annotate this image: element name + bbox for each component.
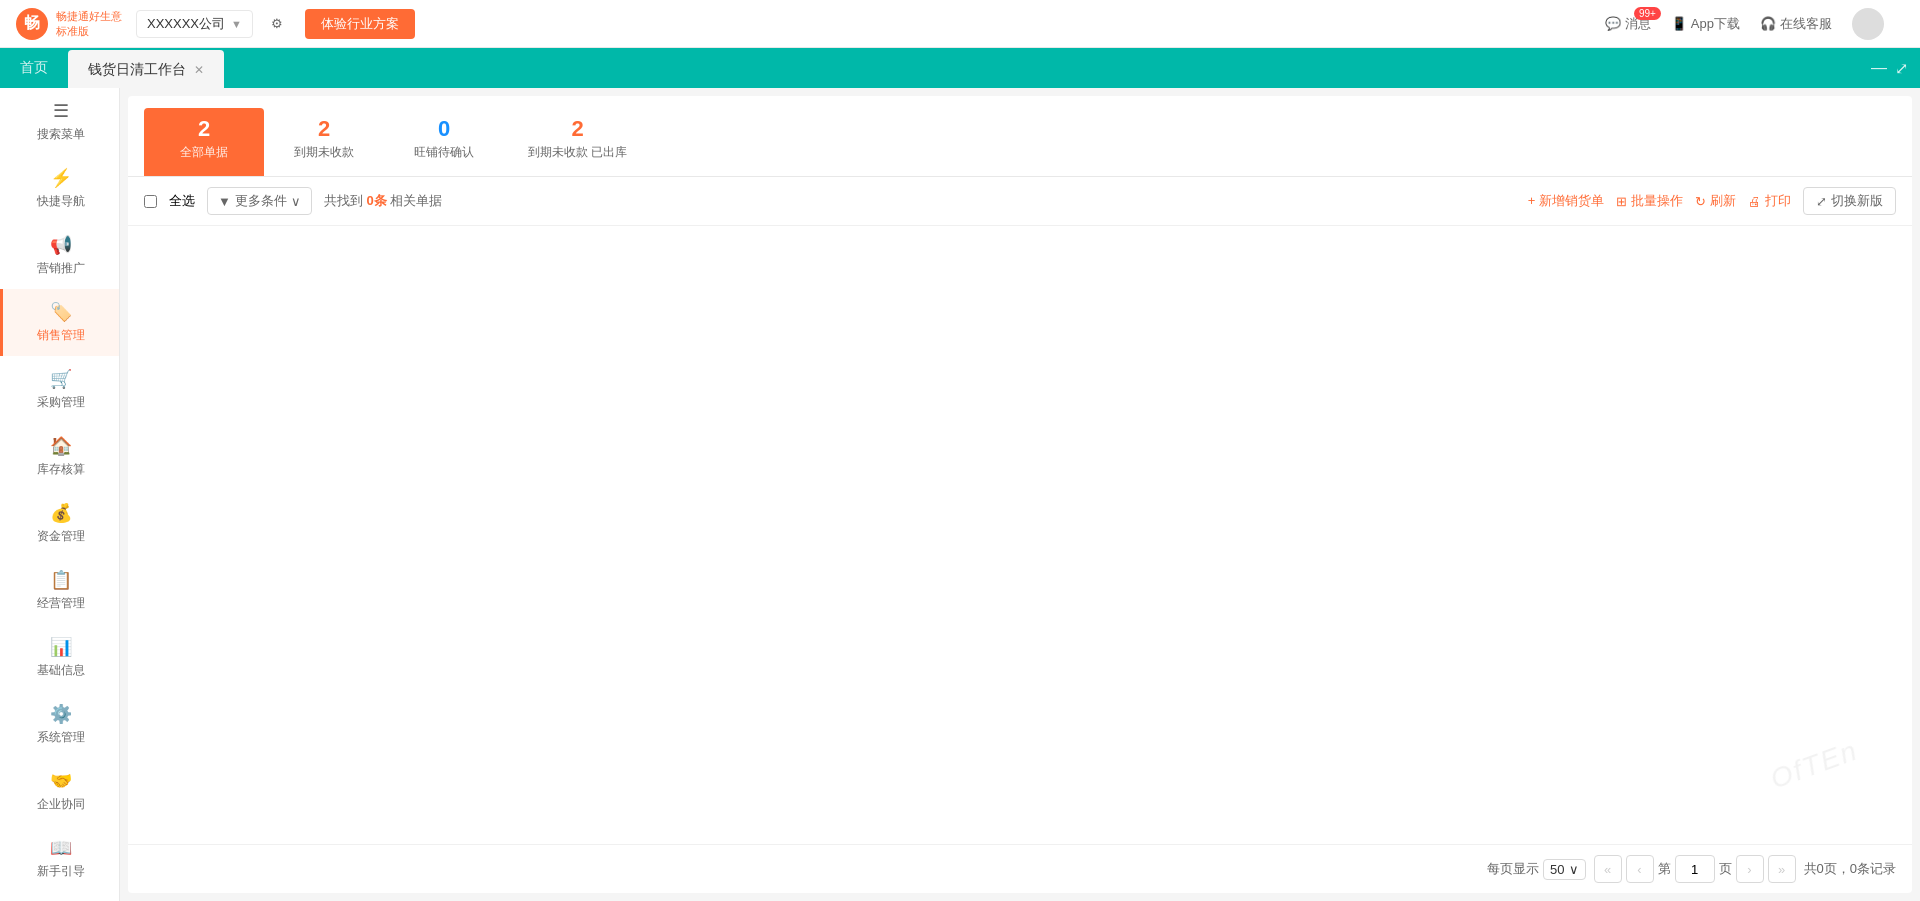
sidebar-item-search[interactable]: ☰ 搜索菜单 (0, 88, 119, 155)
toolbar-right: + 新增销货单 ⊞ 批量操作 ↻ 刷新 🖨 打印 ⤢ (1528, 187, 1896, 215)
settings-button[interactable]: ⚙ (261, 8, 293, 40)
company-selector[interactable]: XXXXXX公司 ▼ (136, 10, 253, 38)
stat-tab-overdue[interactable]: 2 到期未收款 (264, 108, 384, 176)
guide-icon: 📖 (50, 837, 72, 859)
toolbar: 全选 ▼ 更多条件 ∨ 共找到 0条 相关单据 + 新增销货单 ⊞ 批量操作 (128, 177, 1912, 226)
avatar[interactable] (1852, 8, 1884, 40)
sidebar-item-sales[interactable]: 🏷️ 销售管理 (0, 289, 119, 356)
tab-bar-right: — ⤢ (1871, 59, 1920, 78)
page-last-button[interactable]: » (1768, 855, 1796, 883)
logo-area: 畅 畅捷通好生意 标准版 (16, 8, 136, 40)
batch-icon: ⊞ (1616, 194, 1627, 209)
top-header: 畅 畅捷通好生意 标准版 XXXXXX公司 ▼ ⚙ 体验行业方案 💬 消息 99… (0, 0, 1920, 48)
page-first-button[interactable]: « (1594, 855, 1622, 883)
filter-button[interactable]: ▼ 更多条件 ∨ (207, 187, 312, 215)
header-right: 💬 消息 99+ 📱 App下载 🎧 在线客服 (1605, 8, 1904, 40)
print-button[interactable]: 🖨 打印 (1748, 192, 1791, 210)
empty-content (128, 226, 1912, 844)
switch-icon: ⤢ (1816, 194, 1827, 209)
tab-bar: 首页 钱货日清工作台 ✕ — ⤢ (0, 48, 1920, 88)
main-layout: ☰ 搜索菜单 ⚡ 快捷导航 📢 营销推广 🏷️ 销售管理 🛒 采购管理 🏠 库存… (0, 88, 1920, 901)
add-sales-order-button[interactable]: + 新增销货单 (1528, 192, 1604, 210)
experience-button[interactable]: 体验行业方案 (305, 9, 415, 39)
tab-workbench[interactable]: 钱货日清工作台 ✕ (68, 50, 224, 90)
online-service-button[interactable]: 🎧 在线客服 (1760, 15, 1832, 33)
total-info: 共0页，0条记录 (1804, 860, 1896, 878)
sales-icon: 🏷️ (50, 301, 72, 323)
sidebar-item-basic-info[interactable]: 📊 基础信息 (0, 624, 119, 691)
message-button[interactable]: 💬 消息 99+ (1605, 15, 1651, 33)
finance-icon: 💰 (50, 502, 72, 524)
tab-close-icon[interactable]: ✕ (194, 63, 204, 77)
refresh-icon: ↻ (1695, 194, 1706, 209)
system-icon: ⚙️ (50, 703, 72, 725)
logo-text: 畅捷通好生意 标准版 (56, 9, 122, 38)
message-icon: 💬 (1605, 16, 1621, 31)
chevron-filter-icon: ∨ (291, 194, 301, 209)
stat-tab-wangpu[interactable]: 0 旺铺待确认 (384, 108, 504, 176)
operations-icon: 📋 (50, 569, 72, 591)
lightning-icon: ⚡ (50, 167, 72, 189)
pagination-bar: 每页显示 50 ∨ « ‹ 第 页 › » 共0页，0条记录 (128, 844, 1912, 893)
batch-operation-button[interactable]: ⊞ 批量操作 (1616, 192, 1683, 210)
filter-icon: ▼ (218, 194, 231, 209)
page-navigation: « ‹ 第 页 › » (1594, 855, 1796, 883)
sidebar-item-system[interactable]: ⚙️ 系统管理 (0, 691, 119, 758)
switch-version-button[interactable]: ⤢ 切换新版 (1803, 187, 1896, 215)
service-icon: 🎧 (1760, 16, 1776, 31)
found-count: 0条 (367, 193, 387, 208)
content-inner: 2 全部单据 2 到期未收款 0 旺铺待确认 2 到期未收款 已出库 (128, 96, 1912, 893)
page-number-input[interactable] (1675, 855, 1715, 883)
sidebar-item-purchase[interactable]: 🛒 采购管理 (0, 356, 119, 423)
page-size-dropdown[interactable]: 50 ∨ (1543, 859, 1585, 880)
search-menu-icon: ☰ (53, 100, 69, 122)
tab-minimize-icon[interactable]: — (1871, 59, 1887, 77)
sidebar-item-enterprise[interactable]: 🤝 企业协同 (0, 758, 119, 825)
page-next-button[interactable]: › (1736, 855, 1764, 883)
sidebar-item-operations[interactable]: 📋 经营管理 (0, 557, 119, 624)
purchase-icon: 🛒 (50, 368, 72, 390)
app-download-button[interactable]: 📱 App下载 (1671, 15, 1740, 33)
sidebar: ☰ 搜索菜单 ⚡ 快捷导航 📢 营销推广 🏷️ 销售管理 🛒 采购管理 🏠 库存… (0, 88, 120, 901)
stat-tab-all[interactable]: 2 全部单据 (144, 108, 264, 176)
refresh-button[interactable]: ↻ 刷新 (1695, 192, 1736, 210)
stats-tabs: 2 全部单据 2 到期未收款 0 旺铺待确认 2 到期未收款 已出库 (128, 96, 1912, 177)
print-icon: 🖨 (1748, 194, 1761, 209)
inventory-icon: 🏠 (50, 435, 72, 457)
enterprise-icon: 🤝 (50, 770, 72, 792)
page-prev-button[interactable]: ‹ (1626, 855, 1654, 883)
tab-home[interactable]: 首页 (0, 48, 68, 88)
tab-expand-icon[interactable]: ⤢ (1895, 59, 1908, 78)
download-icon: 📱 (1671, 16, 1687, 31)
sidebar-item-inventory[interactable]: 🏠 库存核算 (0, 423, 119, 490)
message-badge: 99+ (1634, 7, 1661, 20)
sidebar-item-guide[interactable]: 📖 新手引导 (0, 825, 119, 892)
content-area: 2 全部单据 2 到期未收款 0 旺铺待确认 2 到期未收款 已出库 (120, 88, 1920, 901)
marketing-icon: 📢 (50, 234, 72, 256)
dropdown-arrow-icon: ∨ (1569, 862, 1579, 877)
basic-info-icon: 📊 (50, 636, 72, 658)
sidebar-item-finance[interactable]: 💰 资金管理 (0, 490, 119, 557)
sidebar-item-marketing[interactable]: 📢 营销推广 (0, 222, 119, 289)
select-all-checkbox[interactable] (144, 195, 157, 208)
select-all-label: 全选 (169, 192, 195, 210)
sidebar-item-app-center[interactable]: 🎁 应用中心 (0, 892, 119, 901)
page-size-select: 每页显示 50 ∨ (1487, 859, 1585, 880)
found-text: 共找到 0条 相关单据 (324, 192, 442, 210)
sidebar-item-quick-nav[interactable]: ⚡ 快捷导航 (0, 155, 119, 222)
logo-icon: 畅 (16, 8, 48, 40)
stat-tab-overdue-out[interactable]: 2 到期未收款 已出库 (504, 108, 651, 176)
chevron-down-icon: ▼ (231, 18, 242, 30)
